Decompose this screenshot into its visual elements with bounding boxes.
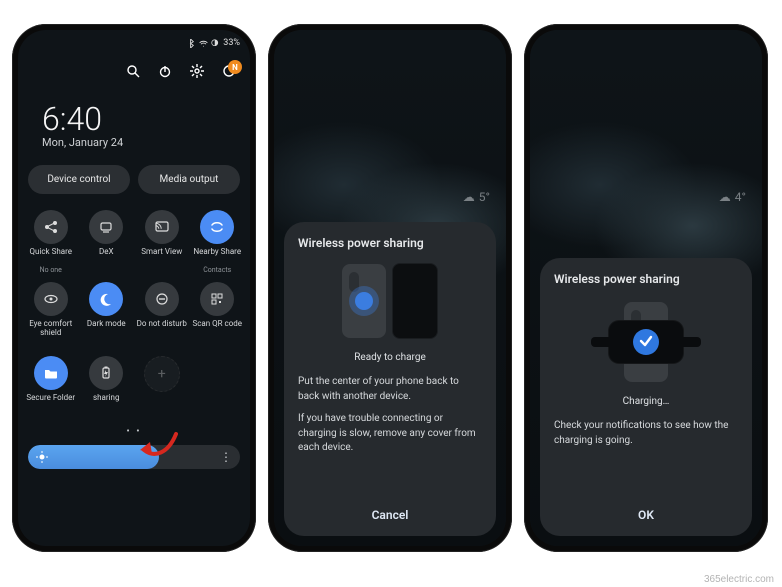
wifi-icon [199,39,208,48]
moon-icon [89,282,123,316]
notification-badge: N [228,60,242,74]
quick-settings-grid: Quick Share No one DeX Smart View Nearby… [18,198,250,422]
tile-power-sharing[interactable]: sharing [80,354,134,422]
tile-scan-qr[interactable]: Scan QR code [191,280,245,350]
clock-date: Mon, January 24 [42,136,250,149]
gear-icon[interactable] [190,64,204,78]
dnd-icon [145,282,179,316]
tile-label: Scan QR code [192,320,242,336]
page-indicator: • • [18,422,250,439]
battery-percent: 33% [223,38,240,48]
weather-widget: ☁ 5° [463,190,490,204]
weather-temp: 4° [735,190,746,204]
watch-graphic [609,321,683,363]
tile-label: Secure Folder [26,394,75,410]
battery-share-icon [89,356,123,390]
dialog-title: Wireless power sharing [554,272,738,286]
sun-icon [36,451,48,463]
phone-graphic-b [392,263,438,339]
media-output-chip[interactable]: Media output [138,165,240,194]
dialog-body-line1: Put the center of your phone back to bac… [298,375,482,404]
clock-block: 6:40 Mon, January 24 [18,78,250,151]
dialog-status: Ready to charge [298,352,482,363]
tile-eye-comfort[interactable]: Eye comfort shield [24,280,78,350]
panel-top-icons: N [18,54,250,78]
wireless-power-sharing-dialog: Wireless power sharing Ready to charge P… [284,222,496,536]
tile-sublabel: Contacts [203,266,231,274]
dialog-body: Check your notifications to see how the … [554,419,738,456]
tile-nearby-share[interactable]: Nearby Share Contacts [191,208,245,276]
tile-dnd[interactable]: Do not disturb [135,280,189,350]
screen-3: 6:42 33% ☁ 4° Wireless power sharing [530,30,762,546]
ok-button[interactable]: OK [554,496,738,532]
tile-label: sharing [93,394,119,410]
cloud-icon: ☁ [463,190,475,204]
dialog-body-line2: If you have trouble connecting or chargi… [298,412,482,456]
brightness-more-icon[interactable]: ⋮ [218,449,234,465]
eye-icon [34,282,68,316]
tile-label: Nearby Share [193,248,241,264]
screen-1: 33% N 6:40 Mon, January 24 Device contro… [18,30,250,546]
tile-smart-view[interactable]: Smart View [135,208,189,276]
dialog-title: Wireless power sharing [298,236,482,250]
watermark: 365electric.com [704,574,774,585]
device-control-chip[interactable]: Device control [28,165,130,194]
folder-icon [34,356,68,390]
tile-label: Smart View [141,248,182,264]
charge-spot-icon [355,292,373,310]
tile-quick-share[interactable]: Quick Share No one [24,208,78,276]
phone-frame-2: 6:41 33% ☁ 5° Wireless power sharing Rea… [268,24,512,552]
check-icon [633,329,659,355]
dex-icon [89,210,123,244]
screen-2: 6:41 33% ☁ 5° Wireless power sharing Rea… [274,30,506,546]
tile-dark-mode[interactable]: Dark mode [80,280,134,350]
bluetooth-icon [187,39,196,48]
weather-widget: ☁ 4° [719,190,746,204]
clock-time: 6:40 [42,100,250,138]
status-bar: 33% [18,30,250,54]
tile-label: Eye comfort shield [24,320,78,338]
tile-sublabel: No one [40,266,62,274]
tile-label: Quick Share [30,248,72,264]
tile-label: Do not disturb [137,320,187,336]
tile-label: Dark mode [87,320,126,336]
wireless-power-sharing-dialog: Wireless power sharing Charging… Check y… [540,258,752,536]
tile-add[interactable]: + [135,354,189,422]
phone-graphic-a [342,264,386,338]
cast-icon [145,210,179,244]
dialog-body-line1: Check your notifications to see how the … [554,419,738,448]
tile-label: DeX [99,248,114,264]
search-icon[interactable] [126,64,140,78]
phone-frame-1: 33% N 6:40 Mon, January 24 Device contro… [12,24,256,552]
tile-dex[interactable]: DeX [80,208,134,276]
notification-icon[interactable]: N [222,64,236,78]
dialog-body: Put the center of your phone back to bac… [298,375,482,464]
phone-frame-3: 6:42 33% ☁ 4° Wireless power sharing [524,24,768,552]
plus-icon: + [144,356,180,392]
cloud-icon: ☁ [719,190,731,204]
dialog-illustration [298,260,482,342]
share-icon [34,210,68,244]
dialog-illustration [554,296,738,388]
battery-icon [211,39,220,48]
nearby-icon [200,210,234,244]
brightness-slider[interactable]: ⋮ [28,445,240,469]
power-icon[interactable] [158,64,172,78]
dialog-status: Charging… [554,396,738,407]
tile-secure-folder[interactable]: Secure Folder [24,354,78,422]
qr-icon [200,282,234,316]
cancel-button[interactable]: Cancel [298,496,482,532]
weather-temp: 5° [479,190,490,204]
